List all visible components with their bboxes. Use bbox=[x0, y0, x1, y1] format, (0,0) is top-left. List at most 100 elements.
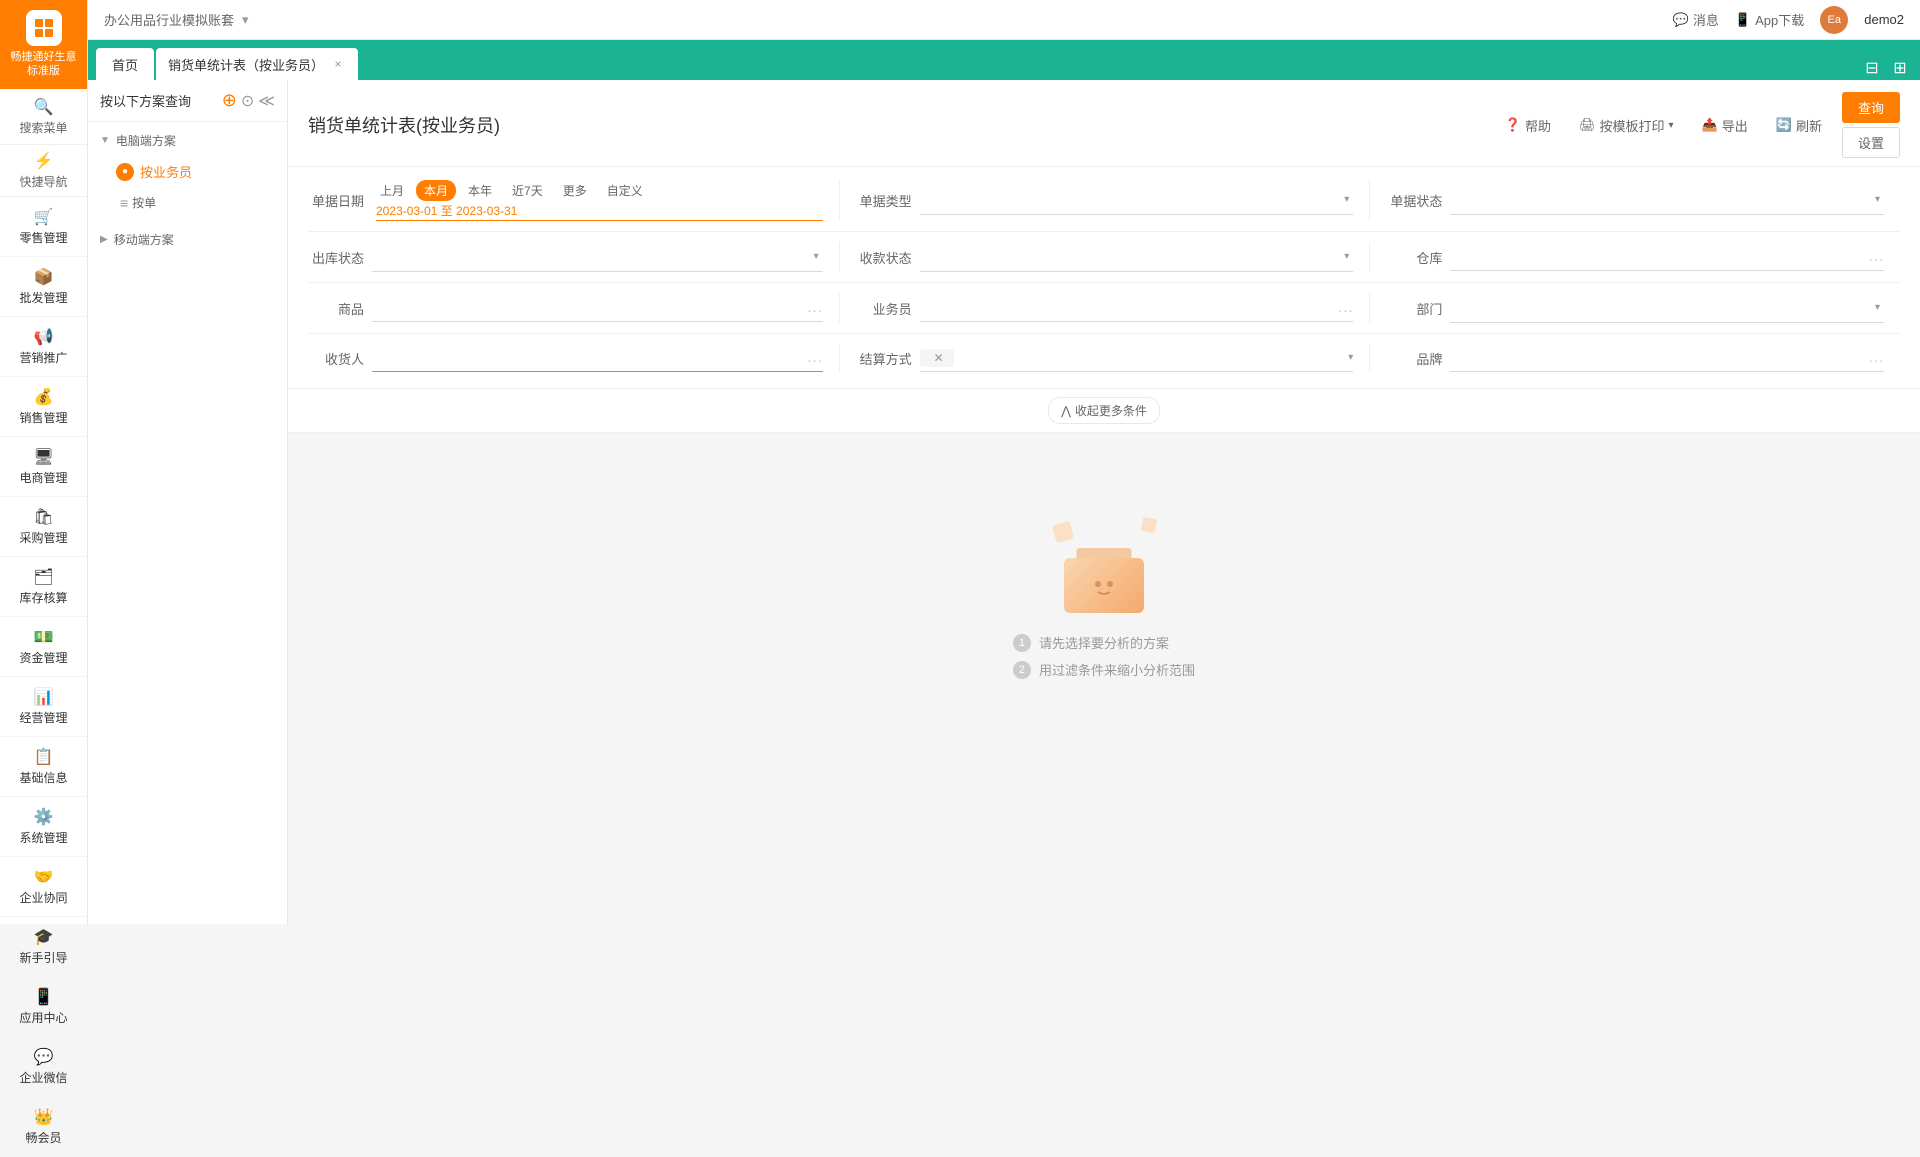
logo-text: 畅捷通好生意标准版 bbox=[11, 50, 77, 79]
scheme-add-button[interactable]: ⊕ bbox=[222, 90, 237, 111]
sidebar-item-purchase[interactable]: 🛍 采购管理 bbox=[0, 497, 87, 557]
finance-label: 资金管理 bbox=[5, 649, 82, 666]
date-btn-7days[interactable]: 近7天 bbox=[504, 179, 551, 202]
goods-dots[interactable]: … bbox=[807, 299, 823, 317]
sidebar-item-operation[interactable]: 📊 经营管理 bbox=[0, 677, 87, 737]
scheme-item-by-salesman[interactable]: ● 按业务员 bbox=[88, 155, 287, 188]
app-download-button[interactable]: 📱 App下载 bbox=[1735, 10, 1804, 29]
filter-receive-status-cell: 收款状态 ▾ bbox=[839, 242, 1370, 272]
order-icon: ≡ bbox=[120, 195, 128, 211]
tab-maximize-button[interactable]: ⊞ bbox=[1888, 56, 1912, 80]
date-btn-this-year[interactable]: 本年 bbox=[460, 179, 500, 202]
message-button[interactable]: 💬 消息 bbox=[1673, 10, 1719, 29]
receive-status-select[interactable]: ▾ bbox=[920, 242, 1354, 272]
sidebar-item-app-center[interactable]: 📱 应用中心 bbox=[0, 977, 87, 1037]
goods-input[interactable]: … bbox=[372, 294, 823, 322]
sidebar-quick-nav[interactable]: ⚡ 快捷导航 bbox=[0, 145, 87, 197]
scheme-item-by-salesman-label: 按业务员 bbox=[140, 162, 192, 181]
sidebar-item-wechat[interactable]: 💬 企业微信 bbox=[0, 1037, 87, 1097]
sidebar-logo[interactable]: 畅捷通好生意标准版 bbox=[0, 0, 87, 89]
tab-minimize-button[interactable]: ⊟ bbox=[1860, 56, 1884, 80]
query-button[interactable]: 查询 bbox=[1842, 92, 1900, 123]
sidebar-item-sales[interactable]: 💰 销售管理 bbox=[0, 377, 87, 437]
doc-status-arrow: ▾ bbox=[1875, 194, 1880, 205]
sidebar-item-basic[interactable]: 📋 基础信息 bbox=[0, 737, 87, 797]
topbar-right: 💬 消息 📱 App下载 Ea demo2 bbox=[1673, 6, 1904, 34]
warehouse-dots[interactable]: … bbox=[1868, 248, 1884, 266]
scheme-section-mobile-header[interactable]: ▶ 移动端方案 bbox=[88, 225, 287, 254]
date-range-text[interactable]: 2023-03-01 至 2023-03-31 bbox=[376, 202, 823, 221]
sidebar-search-item[interactable]: 🔍 搜索菜单 bbox=[0, 89, 87, 145]
collapse-button[interactable]: ⋀ 收起更多条件 bbox=[1048, 397, 1160, 424]
sidebar-item-inventory[interactable]: 🗂 库存核算 bbox=[0, 557, 87, 617]
tab-close-button[interactable]: × bbox=[330, 56, 346, 72]
brand-input[interactable]: … bbox=[1450, 344, 1884, 372]
doc-type-select[interactable]: ▾ bbox=[920, 185, 1354, 215]
filter-warehouse-cell: 仓库 … bbox=[1369, 242, 1900, 272]
refresh-icon: 🔄 bbox=[1776, 117, 1792, 133]
export-button[interactable]: 📤 导出 bbox=[1694, 112, 1756, 139]
sidebar-item-finance[interactable]: 💵 资金管理 bbox=[0, 617, 87, 677]
hint-text-2: 用过滤条件来缩小分析范围 bbox=[1039, 660, 1195, 679]
help-button[interactable]: ❓ 帮助 bbox=[1497, 112, 1559, 139]
marketing-icon: 📢 bbox=[5, 327, 82, 347]
settings-button[interactable]: 设置 bbox=[1842, 127, 1900, 158]
purchase-icon: 🛍 bbox=[5, 507, 82, 527]
sidebar-item-marketing[interactable]: 📢 营销推广 bbox=[0, 317, 87, 377]
salesman-input[interactable]: … bbox=[920, 294, 1354, 322]
salesman-dots[interactable]: … bbox=[1337, 299, 1353, 317]
filter-consignee-cell: 收货人 … bbox=[308, 344, 839, 372]
tabbar-actions: ⊟ ⊞ bbox=[1860, 56, 1920, 80]
date-btn-more[interactable]: 更多 bbox=[555, 179, 595, 202]
tab-home[interactable]: 首页 bbox=[96, 48, 154, 80]
settlement-tag-close[interactable]: ✕ bbox=[932, 351, 946, 365]
topbar-title: 办公用品行业模拟账套 bbox=[104, 10, 234, 29]
sidebar-item-retail[interactable]: 🛒 零售管理 bbox=[0, 197, 87, 257]
date-btn-custom[interactable]: 自定义 bbox=[599, 179, 651, 202]
scheme-collapse-button[interactable]: ≪ bbox=[258, 91, 275, 111]
date-btn-this-month[interactable]: 本月 bbox=[416, 180, 456, 201]
floating-item-2 bbox=[1141, 517, 1157, 533]
scheme-header: 按以下方案查询 ⊕ ⊙ ≪ bbox=[88, 80, 287, 122]
doc-status-select[interactable]: ▾ bbox=[1450, 185, 1884, 215]
sidebar-item-enterprise[interactable]: 🤝 企业协同 bbox=[0, 857, 87, 917]
scheme-settings-button[interactable]: ⊙ bbox=[241, 91, 254, 111]
dept-arrow: ▾ bbox=[1875, 302, 1880, 313]
user-avatar[interactable]: Ea bbox=[1820, 6, 1848, 34]
scheme-header-text: 按以下方案查询 bbox=[100, 91, 191, 110]
out-status-select[interactable]: ▾ bbox=[372, 242, 823, 272]
tab-sales-stat[interactable]: 销货单统计表（按业务员） × bbox=[156, 48, 358, 80]
sidebar-item-newbie[interactable]: 🎓 新手引导 bbox=[0, 917, 87, 977]
basic-label: 基础信息 bbox=[5, 769, 82, 786]
refresh-button[interactable]: 🔄 刷新 bbox=[1768, 112, 1830, 139]
topbar-dropdown-icon[interactable]: ▾ bbox=[242, 12, 249, 28]
doc-type-arrow: ▾ bbox=[1344, 194, 1349, 205]
doc-type-label: 单据类型 bbox=[856, 191, 912, 210]
sidebar-item-vip[interactable]: 👑 畅会员 bbox=[0, 1097, 87, 1157]
hint-badge-2: 2 bbox=[1013, 661, 1031, 679]
date-btn-last-month[interactable]: 上月 bbox=[372, 179, 412, 202]
consignee-input[interactable]: … bbox=[372, 344, 823, 372]
dept-select[interactable]: ▾ bbox=[1450, 293, 1884, 323]
out-status-label: 出库状态 bbox=[308, 248, 364, 267]
settlement-input[interactable]: ✕ ▾ bbox=[920, 344, 1354, 372]
warehouse-input[interactable]: … bbox=[1450, 243, 1884, 271]
tab-home-label: 首页 bbox=[112, 55, 138, 74]
empty-state: 1 请先选择要分析的方案 2 用过滤条件来缩小分析范围 bbox=[288, 433, 1920, 759]
refresh-label: 刷新 bbox=[1796, 116, 1822, 135]
print-button[interactable]: 🖨 按模板打印 ▾ bbox=[1571, 112, 1682, 139]
filter-out-status-cell: 出库状态 ▾ bbox=[308, 242, 839, 272]
scheme-item-by-order[interactable]: ≡ 按单 bbox=[88, 188, 287, 217]
consignee-dots[interactable]: … bbox=[807, 349, 823, 367]
scheme-section-desktop-header[interactable]: ▼ 电脑端方案 bbox=[88, 126, 287, 155]
sidebar-item-wholesale[interactable]: 📦 批发管理 bbox=[0, 257, 87, 317]
date-label: 单据日期 bbox=[308, 191, 364, 210]
brand-dots[interactable]: … bbox=[1868, 349, 1884, 367]
filter-row-1: 单据日期 上月 本月 本年 近7天 更多 自定义 2023-03-01 至 20… bbox=[308, 179, 1900, 232]
user-name[interactable]: demo2 bbox=[1864, 12, 1904, 27]
sidebar-item-ecommerce[interactable]: 🖥 电商管理 bbox=[0, 437, 87, 497]
out-status-arrow: ▾ bbox=[814, 251, 819, 262]
inventory-label: 库存核算 bbox=[5, 589, 82, 606]
message-icon: 💬 bbox=[1673, 12, 1689, 28]
sidebar-item-system[interactable]: ⚙️ 系统管理 bbox=[0, 797, 87, 857]
